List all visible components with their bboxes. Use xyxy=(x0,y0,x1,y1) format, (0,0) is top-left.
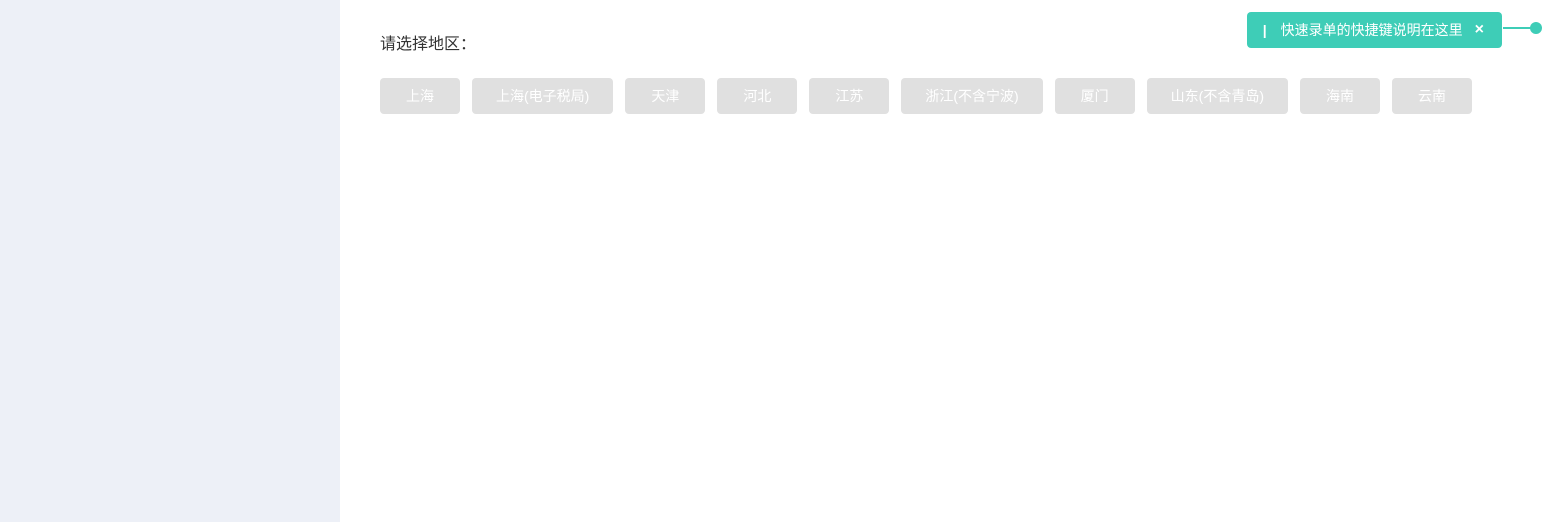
region-button-shanghai-etax[interactable]: 上海(电子税局) xyxy=(472,78,613,114)
region-button-hebei[interactable]: 河北 xyxy=(717,78,797,114)
region-button-hainan[interactable]: 海南 xyxy=(1300,78,1380,114)
main-content: 请选择地区： 上海上海(电子税局)天津河北江苏浙江(不含宁波)厦门山东(不含青岛… xyxy=(340,0,1562,522)
tooltip-connector-line xyxy=(1503,27,1531,29)
region-button-shanghai[interactable]: 上海 xyxy=(380,78,460,114)
tooltip-close-button[interactable]: × xyxy=(1473,21,1486,39)
region-button-shandong[interactable]: 山东(不含青岛) xyxy=(1147,78,1288,114)
region-buttons-container: 上海上海(电子税局) 天津河北江苏浙江(不含宁波) 厦门山东(不含青岛) 海南云南 xyxy=(380,78,1522,114)
region-button-jiangsu[interactable]: 江苏 xyxy=(809,78,889,114)
region-button-zhejiang[interactable]: 浙江(不含宁波) xyxy=(901,78,1042,114)
tooltip-text: 快速录单的快捷键说明在这里 xyxy=(1281,20,1463,40)
tooltip-banner: 快速录单的快捷键说明在这里 × xyxy=(1247,12,1502,48)
region-button-xiamen[interactable]: 厦门 xyxy=(1055,78,1135,114)
region-button-tianjin[interactable]: 天津 xyxy=(625,78,705,114)
tooltip-connector-dot xyxy=(1530,22,1542,34)
left-sidebar xyxy=(0,0,340,522)
region-button-yunnan[interactable]: 云南 xyxy=(1392,78,1472,114)
